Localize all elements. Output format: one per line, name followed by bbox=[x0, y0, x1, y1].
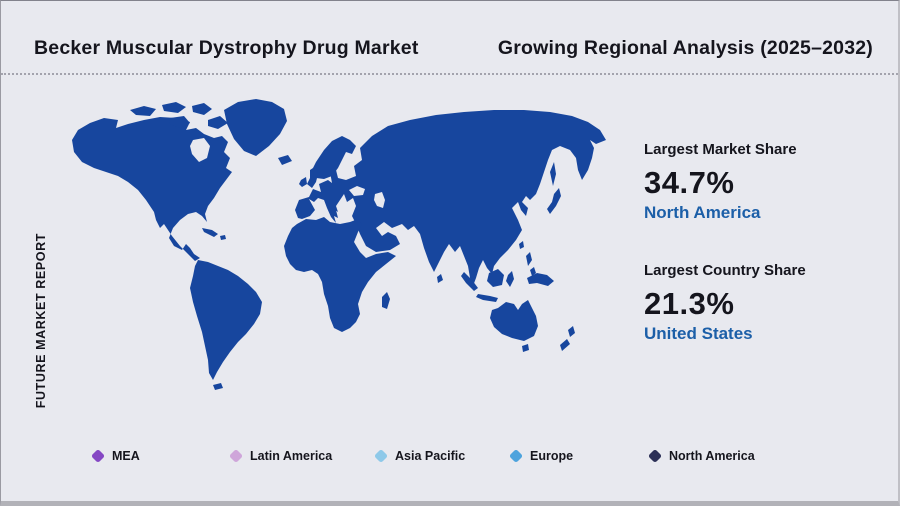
legend-label: Europe bbox=[530, 449, 574, 463]
japan-sakhalin bbox=[547, 162, 561, 214]
legend-label: Asia Pacific bbox=[395, 449, 466, 463]
stat-value: 21.3% bbox=[644, 286, 735, 321]
legend-label: MEA bbox=[112, 449, 140, 463]
iceland bbox=[278, 155, 292, 165]
caribbean-islands bbox=[202, 228, 226, 240]
stat-region: North America bbox=[644, 203, 761, 222]
madagascar bbox=[382, 292, 390, 309]
legend-dot-mea bbox=[90, 448, 106, 464]
indonesia bbox=[461, 269, 514, 302]
stat-value: 34.7% bbox=[644, 165, 735, 200]
legend-dot-north-america bbox=[647, 448, 663, 464]
header: Becker Muscular Dystrophy Drug Market Gr… bbox=[1, 37, 898, 60]
legend-dot-latin-america bbox=[228, 448, 244, 464]
watermark-brand-text: FUTURE MARKET REPORT bbox=[34, 233, 48, 409]
continent-north-america bbox=[72, 117, 232, 261]
taiwan-philippines bbox=[519, 241, 536, 276]
sri-lanka bbox=[437, 274, 443, 283]
legend-item-north-america: North America bbox=[647, 448, 755, 464]
landmasses bbox=[72, 99, 606, 390]
legend-dot-asia-pacific bbox=[373, 448, 389, 464]
legend-label: North America bbox=[669, 449, 755, 463]
legend-dot-europe bbox=[508, 448, 524, 464]
world-map bbox=[72, 99, 606, 390]
stat-region: United States bbox=[644, 324, 753, 343]
continent-south-america bbox=[190, 260, 262, 390]
new-guinea bbox=[527, 273, 554, 286]
infographic-frame: Becker Muscular Dystrophy Drug Market Gr… bbox=[0, 0, 900, 506]
australia bbox=[490, 300, 538, 352]
stat-largest-country-share: Largest Country Share 21.3% United State… bbox=[644, 262, 806, 344]
legend-item-latin-america: Latin America bbox=[228, 448, 333, 464]
page-title-right: Growing Regional Analysis (2025–2032) bbox=[497, 37, 873, 59]
stat-largest-market-share: Largest Market Share 34.7% North America bbox=[644, 141, 797, 223]
stat-label: Largest Market Share bbox=[644, 141, 797, 158]
greenland bbox=[224, 99, 287, 156]
legend-item-mea: MEA bbox=[90, 448, 140, 464]
legend-item-europe: Europe bbox=[508, 448, 574, 464]
new-zealand bbox=[560, 326, 575, 351]
page-title-left: Becker Muscular Dystrophy Drug Market bbox=[34, 37, 419, 59]
british-isles bbox=[299, 166, 318, 188]
dotted-divider bbox=[1, 73, 898, 75]
legend-item-asia-pacific: Asia Pacific bbox=[373, 448, 466, 464]
legend-label: Latin America bbox=[250, 449, 333, 463]
stat-label: Largest Country Share bbox=[644, 262, 806, 279]
